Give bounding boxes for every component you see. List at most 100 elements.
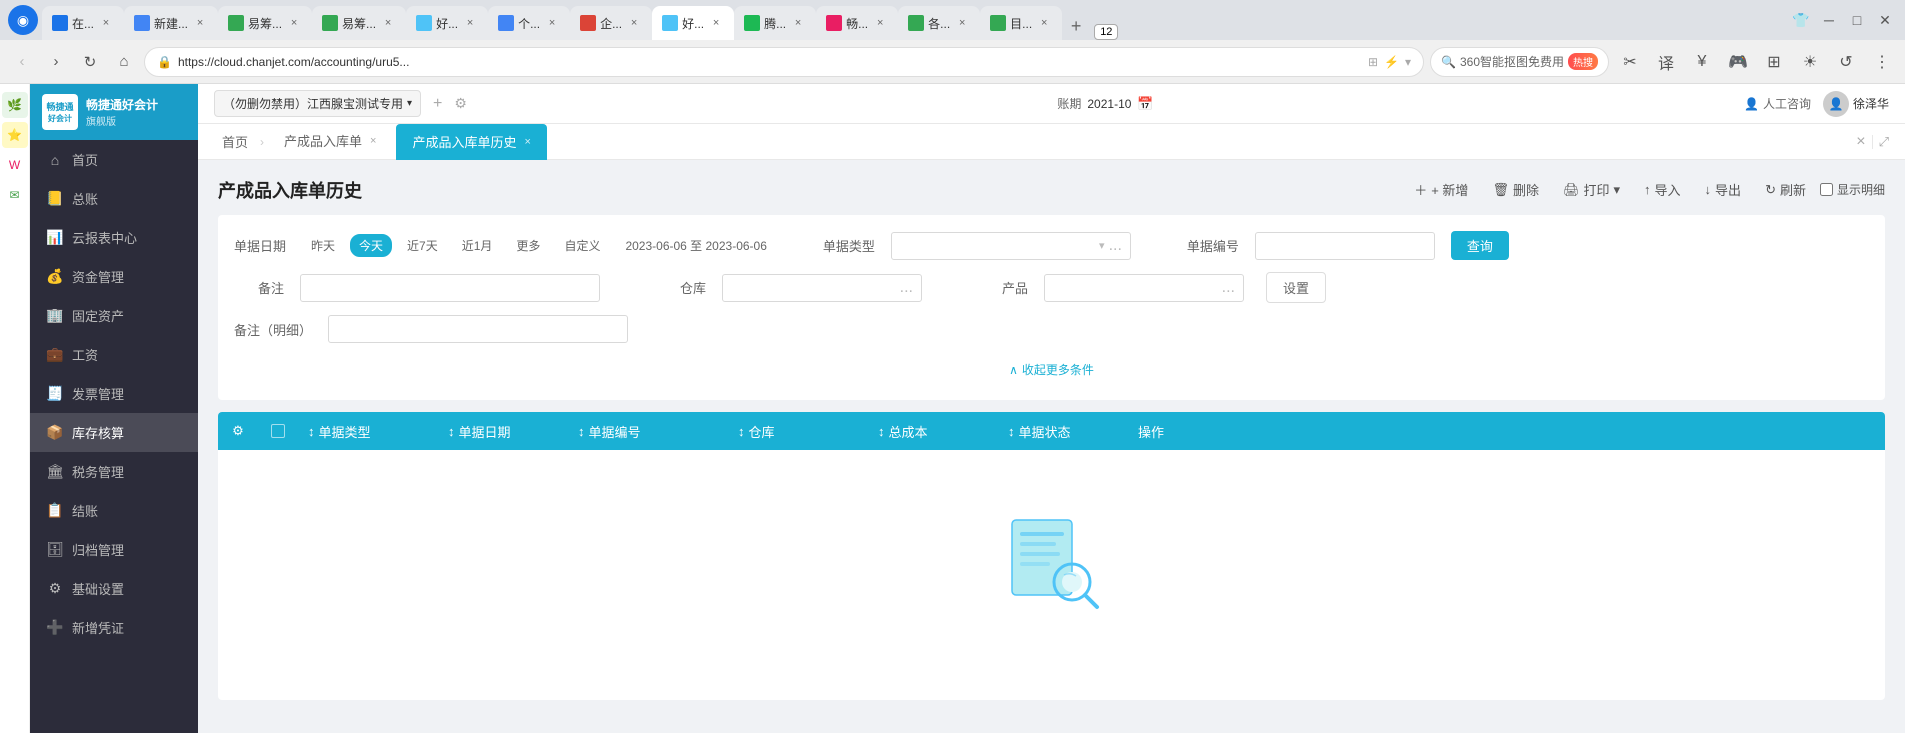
refresh-button[interactable]: ↻: [76, 48, 104, 76]
sidebar-item-reports[interactable]: 📊 云报表中心: [30, 218, 198, 257]
delete-btn[interactable]: 🗑 删除: [1482, 176, 1549, 203]
grid-icon[interactable]: ⊞: [1759, 47, 1789, 77]
game-icon[interactable]: 🎮: [1723, 47, 1753, 77]
browser-tab-2[interactable]: 新建... ×: [124, 6, 218, 40]
icon-sidebar-chanjet[interactable]: 🌿: [2, 92, 28, 118]
col-checkbox-header[interactable]: [258, 424, 298, 438]
col-number-header[interactable]: ↕ 单据编号: [568, 422, 728, 441]
browser-tab-8[interactable]: 好... ×: [652, 6, 734, 40]
sidebar-item-archive[interactable]: 🗄 归档管理: [30, 530, 198, 569]
tab-3-close[interactable]: ×: [286, 15, 302, 31]
tab-9-close[interactable]: ×: [790, 15, 806, 31]
panel-close-btn[interactable]: ×: [1856, 133, 1865, 151]
sidebar-item-tax[interactable]: 🏛 税务管理: [30, 452, 198, 491]
tab-6-close[interactable]: ×: [544, 15, 560, 31]
tab-count-badge[interactable]: 12: [1094, 24, 1118, 40]
tab-2-close[interactable]: ×: [192, 15, 208, 31]
browser-tab-11[interactable]: 各... ×: [898, 6, 980, 40]
sidebar-item-salary[interactable]: 💼 工资: [30, 335, 198, 374]
panel-expand-btn[interactable]: ⤢: [1879, 134, 1889, 150]
more-icon[interactable]: ⋮: [1867, 47, 1897, 77]
tab-10-close[interactable]: ×: [872, 15, 888, 31]
col-settings-header[interactable]: ⚙: [218, 423, 258, 439]
sidebar-item-settings[interactable]: ⚙ 基础设置: [30, 569, 198, 608]
header-checkbox[interactable]: [271, 424, 285, 438]
collapse-button[interactable]: ∧ 收起更多条件: [234, 355, 1869, 384]
home-button[interactable]: ⌂: [110, 48, 138, 76]
tab-7-close[interactable]: ×: [626, 15, 642, 31]
add-company-btn[interactable]: +: [433, 95, 442, 113]
maximize-button[interactable]: □: [1845, 8, 1869, 32]
preset-yesterday[interactable]: 昨天: [302, 234, 344, 257]
icon-sidebar-weibo[interactable]: W: [2, 152, 28, 178]
browser-tab-12[interactable]: 目... ×: [980, 6, 1062, 40]
address-bar[interactable]: 🔒 https://cloud.chanjet.com/accounting/u…: [144, 47, 1424, 77]
product-select[interactable]: ...: [1044, 274, 1244, 302]
user-area[interactable]: 👤 徐泽华: [1823, 91, 1889, 117]
translate-icon[interactable]: 译: [1651, 47, 1681, 77]
browser-tab-10[interactable]: 畅... ×: [816, 6, 898, 40]
icon-sidebar-mail[interactable]: ✉: [2, 182, 28, 208]
sidebar-item-inventory[interactable]: 📦 库存核算: [30, 413, 198, 452]
sidebar-header[interactable]: 畅捷通 好会计 畅捷通好会计 旗舰版: [30, 84, 198, 140]
col-warehouse-header[interactable]: ↕ 仓库: [728, 422, 868, 441]
tab-8-close[interactable]: ×: [708, 15, 724, 31]
browser-tab-7[interactable]: 企... ×: [570, 6, 652, 40]
browser-tab-3[interactable]: 易筹... ×: [218, 6, 312, 40]
new-btn[interactable]: ＋ + 新增: [1404, 176, 1478, 203]
yuan-icon[interactable]: ¥: [1687, 47, 1717, 77]
browser-tab-1[interactable]: 在... ×: [42, 6, 124, 40]
scissors-icon[interactable]: ✂: [1615, 47, 1645, 77]
home-tab[interactable]: 首页: [214, 124, 256, 160]
new-tab-button[interactable]: +: [1062, 12, 1090, 40]
sidebar-item-invoice[interactable]: 🧾 发票管理: [30, 374, 198, 413]
search-box[interactable]: 🔍 360智能抠图免费用 热搜: [1430, 47, 1609, 77]
service-button[interactable]: 👤 人工咨询: [1744, 95, 1811, 112]
preset-today[interactable]: 今天: [350, 234, 392, 257]
page-tab-2[interactable]: 产成品入库单历史 ×: [396, 124, 546, 160]
sidebar-item-ledger[interactable]: 📒 总账: [30, 179, 198, 218]
col-cost-header[interactable]: ↕ 总成本: [868, 422, 998, 441]
sidebar-item-fixed-assets[interactable]: 🏢 固定资产: [30, 296, 198, 335]
remark-input[interactable]: [300, 274, 600, 302]
brightness-icon[interactable]: ☀: [1795, 47, 1825, 77]
tab-12-close[interactable]: ×: [1036, 15, 1052, 31]
tab-5-close[interactable]: ×: [462, 15, 478, 31]
settings-button[interactable]: 设置: [1266, 272, 1326, 303]
extensions-icon[interactable]: 👕: [1789, 8, 1813, 32]
type-select[interactable]: ▾ ...: [891, 232, 1131, 260]
export-btn[interactable]: ↓ 导出: [1695, 176, 1752, 203]
preset-custom[interactable]: 自定义: [555, 234, 609, 257]
browser-tab-6[interactable]: 个... ×: [488, 6, 570, 40]
query-button[interactable]: 查询: [1451, 231, 1509, 260]
refresh-btn[interactable]: ↻ 刷新: [1755, 176, 1816, 203]
tab-11-close[interactable]: ×: [954, 15, 970, 31]
preset-1month[interactable]: 近1月: [453, 234, 502, 257]
preset-7days[interactable]: 近7天: [398, 234, 447, 257]
warehouse-select[interactable]: ...: [722, 274, 922, 302]
period-calendar-icon[interactable]: 📅: [1137, 96, 1153, 112]
show-detail-checkbox[interactable]: [1820, 183, 1833, 196]
col-type-header[interactable]: ↕ 单据类型: [298, 422, 438, 441]
import-btn[interactable]: ↑ 导入: [1634, 176, 1691, 203]
type-clear-icon[interactable]: ▾: [1099, 239, 1105, 252]
undo-icon[interactable]: ↺: [1831, 47, 1861, 77]
icon-sidebar-star[interactable]: ⭐: [2, 122, 28, 148]
browser-tab-5[interactable]: 好... ×: [406, 6, 488, 40]
preset-more[interactable]: 更多: [507, 234, 549, 257]
number-input[interactable]: [1255, 232, 1435, 260]
browser-tab-4[interactable]: 易筹... ×: [312, 6, 406, 40]
company-selector[interactable]: （勿删勿禁用）江西腺宝测试专用 ▾: [214, 90, 421, 117]
browser-nav-icon[interactable]: ◉: [8, 5, 38, 35]
page-tab-2-close[interactable]: ×: [524, 136, 530, 148]
tab-4-close[interactable]: ×: [380, 15, 396, 31]
sidebar-item-funds[interactable]: 💰 资金管理: [30, 257, 198, 296]
forward-button[interactable]: ›: [42, 48, 70, 76]
page-tab-1-close[interactable]: ×: [370, 135, 376, 147]
browser-tab-9[interactable]: 腾... ×: [734, 6, 816, 40]
print-btn[interactable]: 🖨 打印 ▾: [1553, 176, 1630, 203]
company-settings-icon[interactable]: ⚙: [454, 95, 467, 112]
tab-1-close[interactable]: ×: [98, 15, 114, 31]
close-button[interactable]: ✕: [1873, 8, 1897, 32]
detail-remark-input[interactable]: [328, 315, 628, 343]
